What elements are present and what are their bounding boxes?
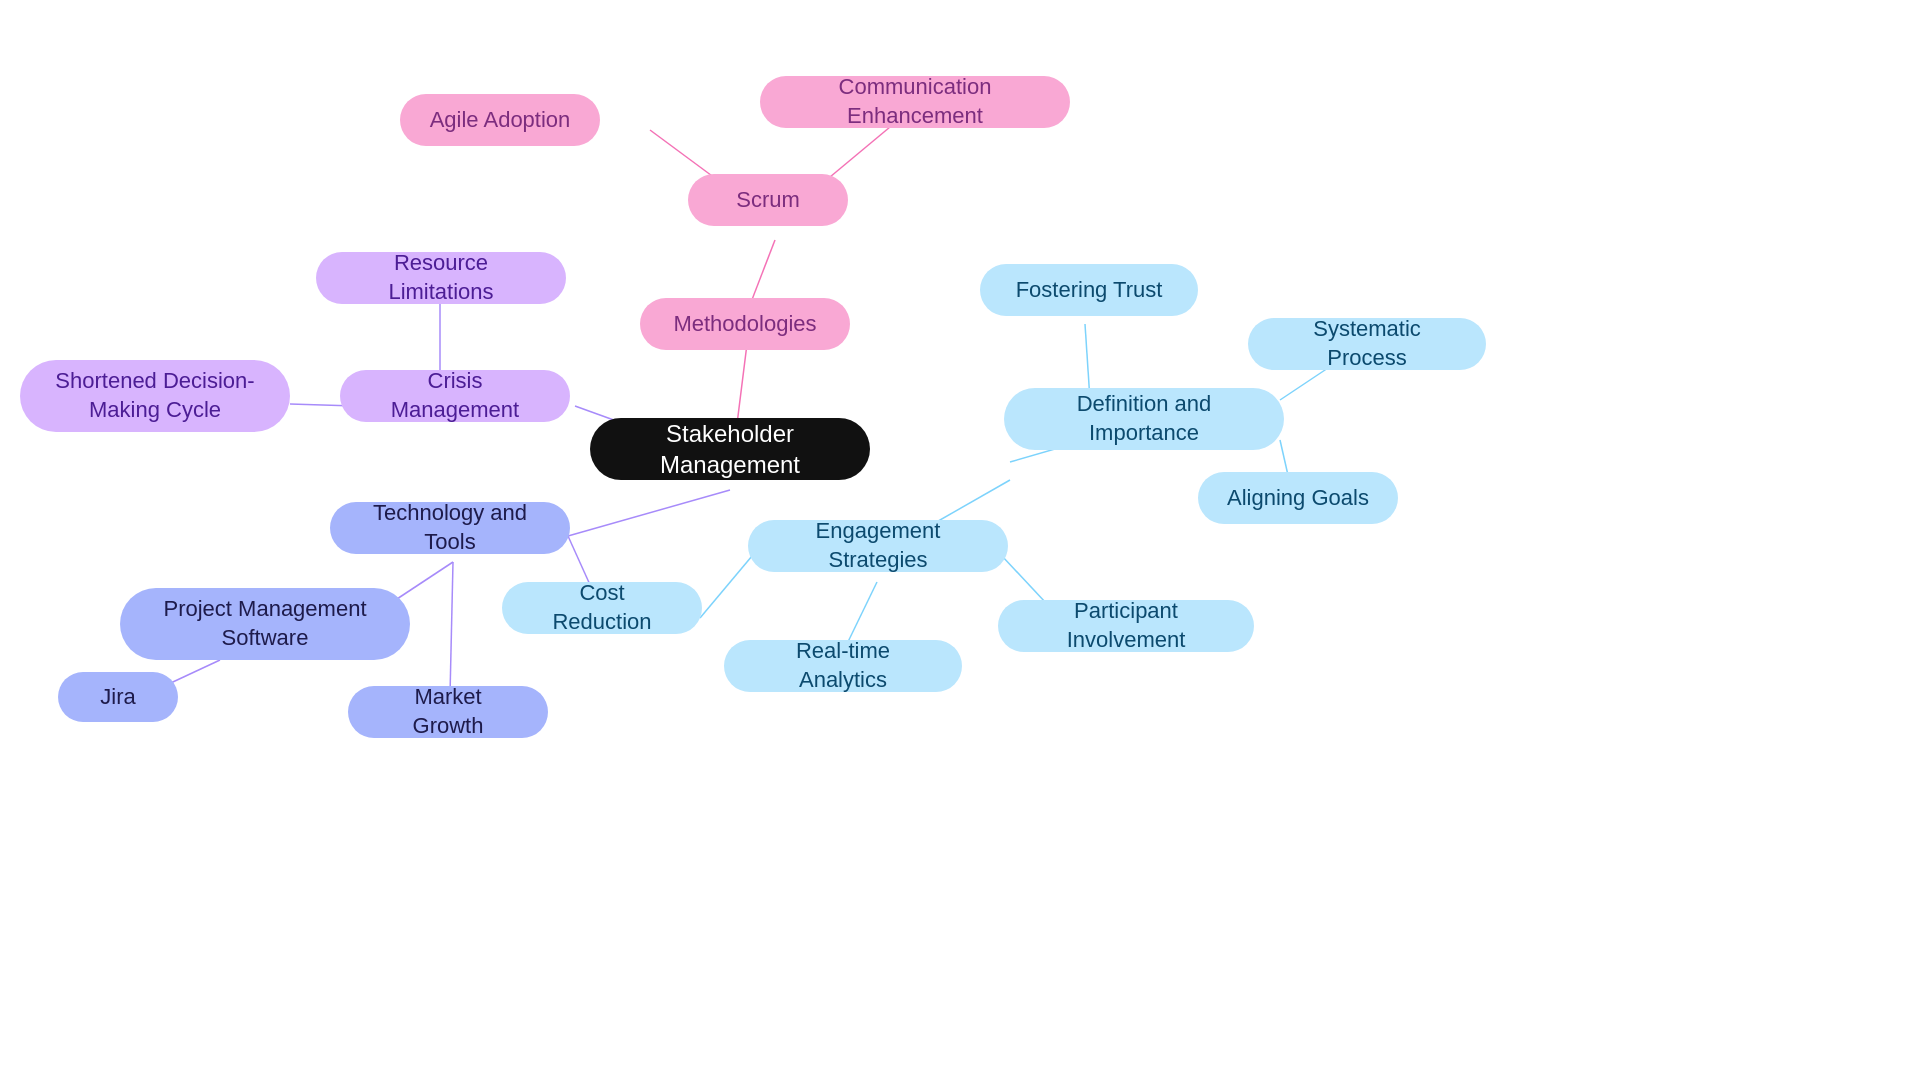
resource-limitations-node: Resource Limitations xyxy=(316,252,566,304)
crisis-management-node: Crisis Management xyxy=(340,370,570,422)
engagement-strategies-node: Engagement Strategies xyxy=(748,520,1008,572)
market-growth-node: Market Growth xyxy=(348,686,548,738)
jira-node: Jira xyxy=(58,672,178,722)
fostering-trust-node: Fostering Trust xyxy=(980,264,1198,316)
project-management-software-node: Project Management Software xyxy=(120,588,410,660)
svg-line-13 xyxy=(700,556,752,618)
svg-line-10 xyxy=(450,562,453,695)
svg-line-7 xyxy=(568,490,730,536)
participant-involvement-node: Participant Involvement xyxy=(998,600,1254,652)
methodologies-node: Methodologies xyxy=(640,298,850,350)
shortened-decision-node: Shortened Decision-Making Cycle xyxy=(20,360,290,432)
cost-reduction-node: Cost Reduction xyxy=(502,582,702,634)
technology-and-tools-node: Technology and Tools xyxy=(330,502,570,554)
real-time-analytics-node: Real-time Analytics xyxy=(724,640,962,692)
systematic-process-node: Systematic Process xyxy=(1248,318,1486,370)
aligning-goals-node: Aligning Goals xyxy=(1198,472,1398,524)
definition-and-importance-node: Definition and Importance xyxy=(1004,388,1284,450)
center-node: Stakeholder Management xyxy=(590,418,870,480)
communication-enhancement-node: Communication Enhancement xyxy=(760,76,1070,128)
agile-adoption-node: Agile Adoption xyxy=(400,94,600,146)
scrum-node: Scrum xyxy=(688,174,848,226)
